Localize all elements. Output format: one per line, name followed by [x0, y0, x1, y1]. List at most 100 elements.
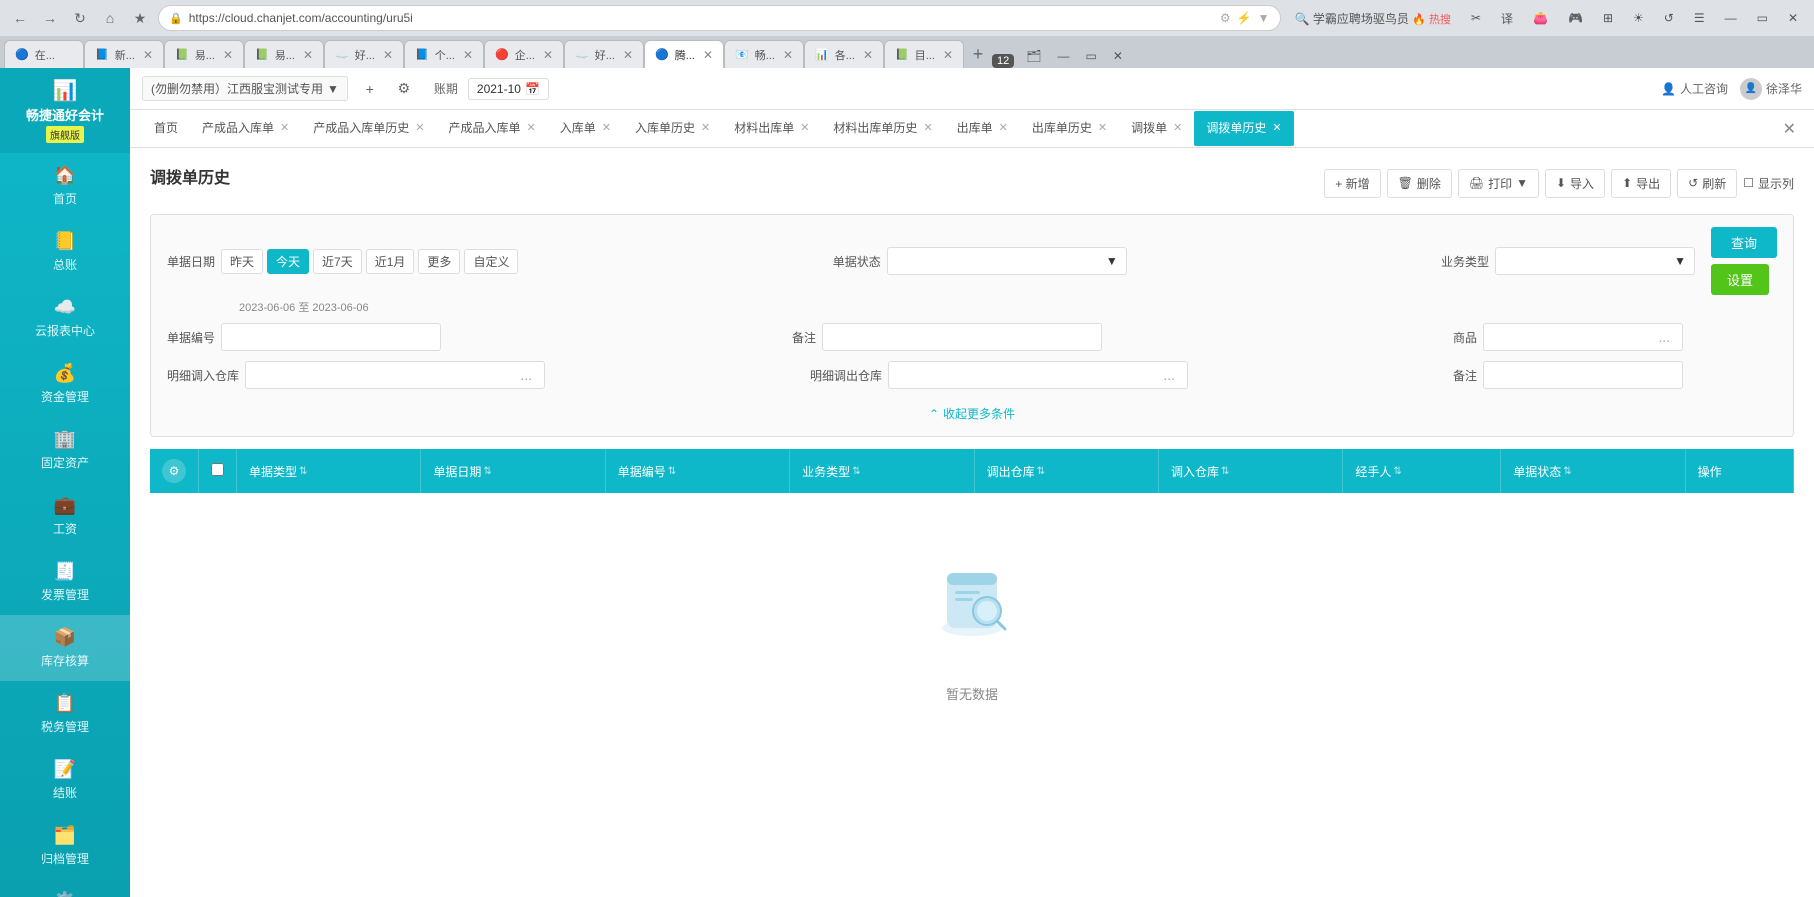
- history-button[interactable]: ↺: [1656, 6, 1682, 30]
- company-settings-button[interactable]: ⚙: [392, 77, 416, 101]
- sidebar-item-home[interactable]: 🏠 首页: [0, 153, 130, 219]
- biz-type-select[interactable]: ▼: [1495, 247, 1695, 275]
- browser-tab-12[interactable]: 📗 目... ✕: [884, 40, 964, 68]
- browser-tab-11[interactable]: 📊 各... ✕: [804, 40, 884, 68]
- date-btn-custom[interactable]: 自定义: [464, 249, 518, 274]
- tab-close-icon[interactable]: ✕: [463, 48, 473, 62]
- th-in-warehouse[interactable]: 调入仓库 ⇅: [1158, 449, 1342, 493]
- inner-tab-4[interactable]: 入库单 ✕: [548, 111, 623, 146]
- browser-tab-8[interactable]: ☁️ 好... ✕: [564, 40, 644, 68]
- out-warehouse-input[interactable]: ...: [888, 361, 1188, 389]
- collapse-filter-button[interactable]: ⌃ 收起更多条件: [167, 399, 1777, 424]
- new-button[interactable]: + 新增: [1324, 169, 1380, 198]
- translate-button[interactable]: 译: [1493, 6, 1521, 30]
- reload-button[interactable]: ↻: [68, 6, 92, 30]
- game-button[interactable]: 🎮: [1560, 6, 1591, 30]
- filter-settings-button[interactable]: 设置: [1711, 264, 1769, 295]
- browser-tab-9[interactable]: 🔵 腾... ✕: [644, 40, 724, 68]
- inner-tab-5[interactable]: 入库单历史 ✕: [623, 111, 722, 146]
- wallet-button[interactable]: 👛: [1525, 6, 1556, 30]
- window-controls[interactable]: —: [1049, 44, 1077, 68]
- sidebar-item-settings[interactable]: ⚙️ 基础设置: [0, 879, 130, 897]
- table-gear-icon[interactable]: ⚙: [162, 459, 186, 483]
- delete-button[interactable]: 🗑 删除: [1387, 169, 1452, 198]
- browser-tab-10[interactable]: 📧 畅... ✕: [724, 40, 804, 68]
- th-biz-type[interactable]: 业务类型 ⇅: [790, 449, 974, 493]
- inner-tab-home[interactable]: 首页: [142, 111, 190, 146]
- display-cols-toggle[interactable]: ☐ 显示列: [1743, 175, 1794, 192]
- browser-tab-3[interactable]: 📗 易... ✕: [164, 40, 244, 68]
- browser-tab-2[interactable]: 📘 新... ✕: [84, 40, 164, 68]
- inner-tab-8[interactable]: 出库单 ✕: [945, 111, 1020, 146]
- scissors-button[interactable]: ✂: [1463, 6, 1489, 30]
- period-selector[interactable]: 2021-10 📅: [468, 78, 549, 100]
- inner-tab-9[interactable]: 出库单历史 ✕: [1020, 111, 1119, 146]
- inner-tab-close-icon[interactable]: ✕: [800, 121, 809, 134]
- tab-close-icon[interactable]: ✕: [143, 48, 153, 62]
- inner-tab-7[interactable]: 材料出库单历史 ✕: [821, 111, 944, 146]
- maximize-button[interactable]: ▭: [1749, 6, 1776, 30]
- minimize-button[interactable]: —: [1717, 6, 1745, 30]
- window-close[interactable]: ✕: [1105, 44, 1131, 68]
- close-all-tabs-button[interactable]: ✕: [1777, 119, 1802, 139]
- tab-close-icon[interactable]: ✕: [223, 48, 233, 62]
- browser-tab-5[interactable]: ☁️ 好... ✕: [324, 40, 404, 68]
- inner-tab-close-icon[interactable]: ✕: [1272, 121, 1281, 134]
- inner-tab-11[interactable]: 调拨单历史 ✕: [1194, 111, 1293, 146]
- inner-tab-close-icon[interactable]: ✕: [923, 121, 932, 134]
- menu-button[interactable]: ☰: [1686, 6, 1713, 30]
- inner-tab-close-icon[interactable]: ✕: [527, 121, 536, 134]
- tab-close-icon[interactable]: ✕: [783, 48, 793, 62]
- refresh-button[interactable]: ↺ 刷新: [1677, 169, 1737, 198]
- note-input[interactable]: [1483, 361, 1683, 389]
- th-doc-date[interactable]: 单据日期 ⇅: [421, 449, 605, 493]
- status-select[interactable]: ▼: [887, 247, 1127, 275]
- sidebar-item-tax[interactable]: 📋 税务管理: [0, 681, 130, 747]
- th-doc-no[interactable]: 单据编号 ⇅: [605, 449, 789, 493]
- forward-button[interactable]: →: [38, 6, 62, 30]
- select-all-checkbox[interactable]: [211, 463, 224, 476]
- brightness-button[interactable]: ☀: [1625, 6, 1652, 30]
- inner-tab-close-icon[interactable]: ✕: [999, 121, 1008, 134]
- inner-tab-1[interactable]: 产成品入库单 ✕: [190, 111, 301, 146]
- browser-tab-1[interactable]: 🔵 在...: [4, 40, 84, 68]
- remark-input[interactable]: [822, 323, 1102, 351]
- th-doc-type[interactable]: 单据类型 ⇅: [237, 449, 421, 493]
- sidebar-item-ledger[interactable]: 📒 总账: [0, 219, 130, 285]
- date-btn-7days[interactable]: 近7天: [313, 249, 362, 274]
- sidebar-item-archive[interactable]: 🗂️ 归档管理: [0, 813, 130, 879]
- search-button[interactable]: 🔍 学霸应聘场驱鸟员 🔥 热搜: [1287, 6, 1459, 30]
- grid-button[interactable]: ⊞: [1595, 6, 1621, 30]
- th-settings[interactable]: ⚙: [150, 449, 199, 493]
- import-button[interactable]: ⬇ 导入: [1545, 169, 1605, 198]
- tab-close-icon[interactable]: ✕: [543, 48, 553, 62]
- tab-list-button[interactable]: 🗂: [1018, 44, 1049, 68]
- inner-tab-6[interactable]: 材料出库单 ✕: [722, 111, 821, 146]
- date-btn-yesterday[interactable]: 昨天: [221, 249, 263, 274]
- inner-tab-2[interactable]: 产成品入库单历史 ✕: [301, 111, 436, 146]
- th-status[interactable]: 单据状态 ⇅: [1501, 449, 1685, 493]
- home-button[interactable]: ⌂: [98, 6, 122, 30]
- query-button[interactable]: 查询: [1711, 227, 1777, 258]
- doc-no-input[interactable]: [221, 323, 441, 351]
- back-button[interactable]: ←: [8, 6, 32, 30]
- sidebar-item-capital[interactable]: 💰 资金管理: [0, 351, 130, 417]
- th-out-warehouse[interactable]: 调出仓库 ⇅: [974, 449, 1158, 493]
- tab-close-icon[interactable]: ✕: [943, 48, 953, 62]
- print-button[interactable]: 🖨 打印 ▼: [1458, 169, 1539, 198]
- service-button[interactable]: 👤 人工咨询: [1661, 80, 1728, 97]
- inner-tab-close-icon[interactable]: ✕: [701, 121, 710, 134]
- sidebar-item-report[interactable]: ☁️ 云报表中心: [0, 285, 130, 351]
- company-selector[interactable]: (勿删勿禁用）江西服宝测试专用 ▼: [142, 76, 348, 101]
- new-tab-button[interactable]: +: [964, 40, 992, 68]
- inner-tab-3[interactable]: 产成品入库单 ✕: [436, 111, 547, 146]
- tab-close-icon[interactable]: ✕: [863, 48, 873, 62]
- inner-tab-close-icon[interactable]: ✕: [1173, 121, 1182, 134]
- add-company-button[interactable]: +: [358, 77, 382, 101]
- date-btn-today[interactable]: 今天: [267, 249, 309, 274]
- browser-tab-6[interactable]: 📘 个... ✕: [404, 40, 484, 68]
- inner-tab-close-icon[interactable]: ✕: [1098, 121, 1107, 134]
- sidebar-item-invoice[interactable]: 🧾 发票管理: [0, 549, 130, 615]
- window-max[interactable]: ▭: [1077, 44, 1104, 68]
- goods-input[interactable]: ...: [1483, 323, 1683, 351]
